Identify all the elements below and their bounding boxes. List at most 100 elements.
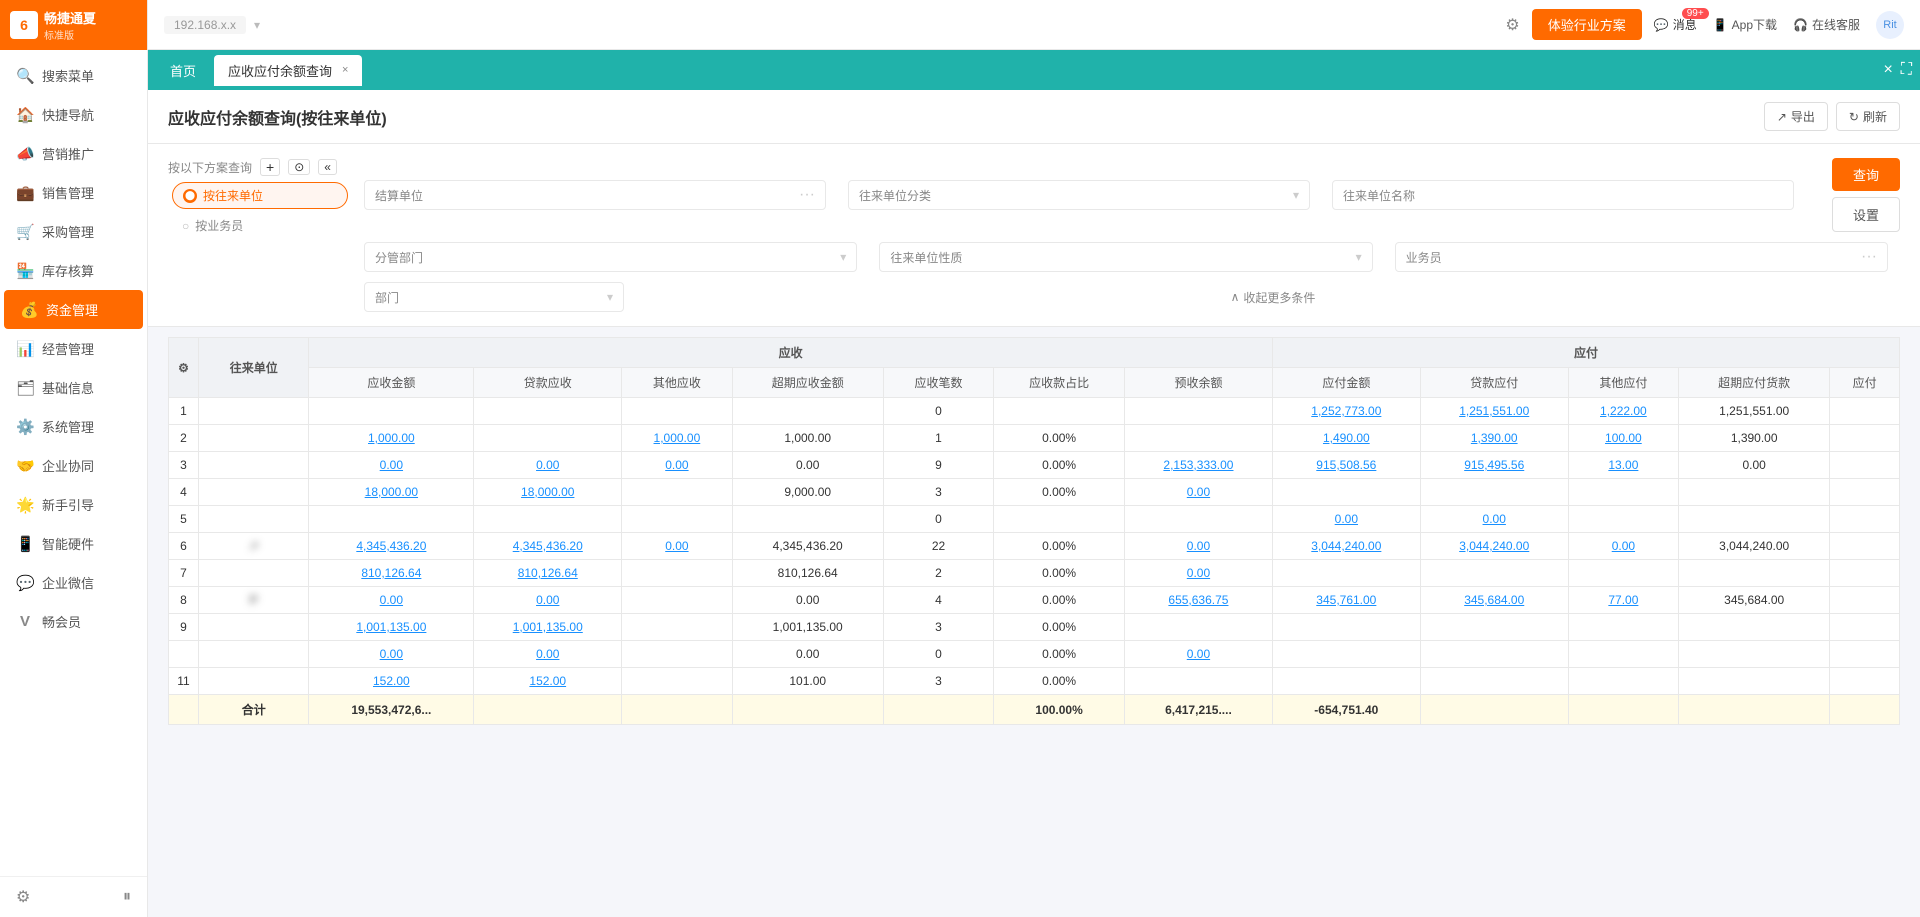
cell-yf_je[interactable]: 1,252,773.00 [1272, 398, 1420, 425]
cell-yf_je[interactable]: 3,044,240.00 [1272, 533, 1420, 560]
partner-nature-field[interactable]: 往来单位性质 ▾ [879, 242, 1372, 272]
cell-link-dk_yf[interactable]: 0.00 [1483, 512, 1506, 526]
cell-link-yr_je[interactable]: 152.00 [373, 674, 410, 688]
cell-yf_je[interactable]: 1,490.00 [1272, 425, 1420, 452]
sidebar-item-system[interactable]: ⚙️ 系统管理 [0, 407, 147, 446]
collapse-footer-icon[interactable]: ⏸ [123, 888, 131, 906]
sidebar-item-quick-nav[interactable]: 🏠 快捷导航 [0, 95, 147, 134]
cell-dk_yf[interactable]: 345,684.00 [1420, 587, 1568, 614]
table-settings-header[interactable]: ⚙ [169, 338, 199, 398]
tab-maximize-button[interactable]: ⛶ [1901, 61, 1912, 79]
cell-dk_sr[interactable]: 0.00 [474, 452, 622, 479]
collapse-conditions-button[interactable]: ∧ 收起更多条件 [1231, 283, 1316, 312]
set-button[interactable]: 设置 [1832, 197, 1900, 232]
dept-manager-field[interactable]: 分管部门 ▾ [364, 242, 857, 272]
cell-link-ys_ye[interactable]: 0.00 [1187, 647, 1210, 661]
sidebar-item-search-menu[interactable]: 🔍 搜索菜单 [0, 56, 147, 95]
settlement-unit-field[interactable]: 结算单位 ··· [364, 180, 826, 210]
cell-link-yf_je[interactable]: 3,044,240.00 [1311, 539, 1381, 553]
cell-yr_je[interactable]: 810,126.64 [309, 560, 474, 587]
cell-yr_je[interactable]: 0.00 [309, 587, 474, 614]
cell-link-ys_ye[interactable]: 0.00 [1187, 566, 1210, 580]
msg-area[interactable]: 💬 消息 99+ [1654, 16, 1697, 33]
service-area[interactable]: 🎧 在线客服 [1793, 16, 1860, 33]
cell-link-dk_sr[interactable]: 152.00 [529, 674, 566, 688]
cell-link-yf_je[interactable]: 0.00 [1335, 512, 1358, 526]
cell-dk_yf[interactable]: 915,495.56 [1420, 452, 1568, 479]
cell-dk_sr[interactable]: 0.00 [474, 641, 622, 668]
tab-close-window-button[interactable]: × [1883, 61, 1892, 79]
tab-active[interactable]: 应收应付余额查询 × [214, 55, 362, 86]
cell-dk_sr[interactable]: 0.00 [474, 587, 622, 614]
cell-yr_je[interactable]: 0.00 [309, 452, 474, 479]
settings-footer-icon[interactable]: ⚙ [16, 887, 30, 907]
cell-dk_yf[interactable]: 3,044,240.00 [1420, 533, 1568, 560]
cell-yr_je[interactable]: 1,000.00 [309, 425, 474, 452]
cell-link-dk_sr[interactable]: 0.00 [536, 647, 559, 661]
cell-link-dk_yf[interactable]: 1,390.00 [1471, 431, 1518, 445]
cell-link-ys_ye[interactable]: 2,153,333.00 [1163, 458, 1233, 472]
cell-qt_sr[interactable]: 0.00 [622, 533, 732, 560]
tab-home[interactable]: 首页 [156, 55, 210, 86]
sidebar-item-marketing[interactable]: 📣 营销推广 [0, 134, 147, 173]
cell-ys_ye[interactable]: 2,153,333.00 [1125, 452, 1273, 479]
cell-qt_yf[interactable]: 1,222.00 [1568, 398, 1678, 425]
settings-plan-icon[interactable]: ⊙ [288, 159, 310, 175]
cell-link-yr_je[interactable]: 0.00 [380, 647, 403, 661]
cell-link-ys_ye[interactable]: 0.00 [1187, 485, 1210, 499]
cell-link-yr_je[interactable]: 0.00 [380, 458, 403, 472]
cell-link-qt_sr[interactable]: 0.00 [665, 458, 688, 472]
cell-link-dk_sr[interactable]: 810,126.64 [518, 566, 578, 580]
sidebar-item-coop[interactable]: 🤝 企业协同 [0, 446, 147, 485]
cell-link-dk_yf[interactable]: 915,495.56 [1464, 458, 1524, 472]
collapse-plan-icon[interactable]: « [318, 159, 337, 175]
sidebar-item-member[interactable]: V 畅会员 [0, 602, 147, 641]
sidebar-item-purchase[interactable]: 🛒 采购管理 [0, 212, 147, 251]
cell-link-ys_ye[interactable]: 655,636.75 [1168, 593, 1228, 607]
cell-ys_ye[interactable]: 0.00 [1125, 479, 1273, 506]
cell-ys_ye[interactable]: 0.00 [1125, 560, 1273, 587]
sidebar-item-capital[interactable]: 💰 资金管理 [4, 290, 143, 329]
cell-link-yf_je[interactable]: 915,508.56 [1316, 458, 1376, 472]
cell-link-yf_je[interactable]: 345,761.00 [1316, 593, 1376, 607]
cell-dk_yf[interactable]: 1,390.00 [1420, 425, 1568, 452]
partner-category-field[interactable]: 往来单位分类 ▾ [848, 180, 1310, 210]
sidebar-item-warehouse[interactable]: 🏪 库存核算 [0, 251, 147, 290]
cell-link-dk_sr[interactable]: 0.00 [536, 593, 559, 607]
cell-link-yr_je[interactable]: 1,000.00 [368, 431, 415, 445]
cell-link-qt_yf[interactable]: 13.00 [1608, 458, 1638, 472]
cell-yf_je[interactable]: 915,508.56 [1272, 452, 1420, 479]
cell-link-dk_yf[interactable]: 3,044,240.00 [1459, 539, 1529, 553]
sidebar-item-sales[interactable]: 💼 销售管理 [0, 173, 147, 212]
cell-qt_yf[interactable]: 13.00 [1568, 452, 1678, 479]
cell-yr_je[interactable]: 0.00 [309, 641, 474, 668]
cell-link-dk_yf[interactable]: 345,684.00 [1464, 593, 1524, 607]
cell-link-yf_je[interactable]: 1,490.00 [1323, 431, 1370, 445]
cell-link-yf_je[interactable]: 1,252,773.00 [1311, 404, 1381, 418]
cell-dk_sr[interactable]: 18,000.00 [474, 479, 622, 506]
cell-link-dk_yf[interactable]: 1,251,551.00 [1459, 404, 1529, 418]
cell-qt_yf[interactable]: 0.00 [1568, 533, 1678, 560]
cell-link-dk_sr[interactable]: 4,345,436.20 [513, 539, 583, 553]
refresh-button[interactable]: ↻ 刷新 [1836, 102, 1900, 131]
cell-yr_je[interactable]: 1,001,135.00 [309, 614, 474, 641]
filter-option-partner[interactable]: ⬤ 按往来单位 [172, 182, 348, 209]
header-gear-icon[interactable]: ⚙ [1505, 15, 1519, 35]
cell-ys_ye[interactable]: 0.00 [1125, 641, 1273, 668]
cell-link-dk_sr[interactable]: 1,001,135.00 [513, 620, 583, 634]
cell-link-qt_sr[interactable]: 1,000.00 [654, 431, 701, 445]
cell-link-yr_je[interactable]: 4,345,436.20 [356, 539, 426, 553]
cell-ys_ye[interactable]: 0.00 [1125, 533, 1273, 560]
export-button[interactable]: ↗ 导出 [1764, 102, 1828, 131]
sidebar-item-basic[interactable]: 🗂 基础信息 [0, 368, 147, 407]
cell-link-yr_je[interactable]: 1,001,135.00 [356, 620, 426, 634]
query-button[interactable]: 查询 [1832, 158, 1900, 191]
cell-link-yr_je[interactable]: 18,000.00 [365, 485, 418, 499]
sidebar-item-wechat[interactable]: 💬 企业微信 [0, 563, 147, 602]
cell-qt_sr[interactable]: 1,000.00 [622, 425, 732, 452]
cell-yr_je[interactable]: 152.00 [309, 668, 474, 695]
partner-name-field[interactable]: 往来单位名称 [1332, 180, 1794, 210]
cell-yf_je[interactable]: 345,761.00 [1272, 587, 1420, 614]
cell-link-qt_yf[interactable]: 0.00 [1612, 539, 1635, 553]
cell-dk_sr[interactable]: 4,345,436.20 [474, 533, 622, 560]
